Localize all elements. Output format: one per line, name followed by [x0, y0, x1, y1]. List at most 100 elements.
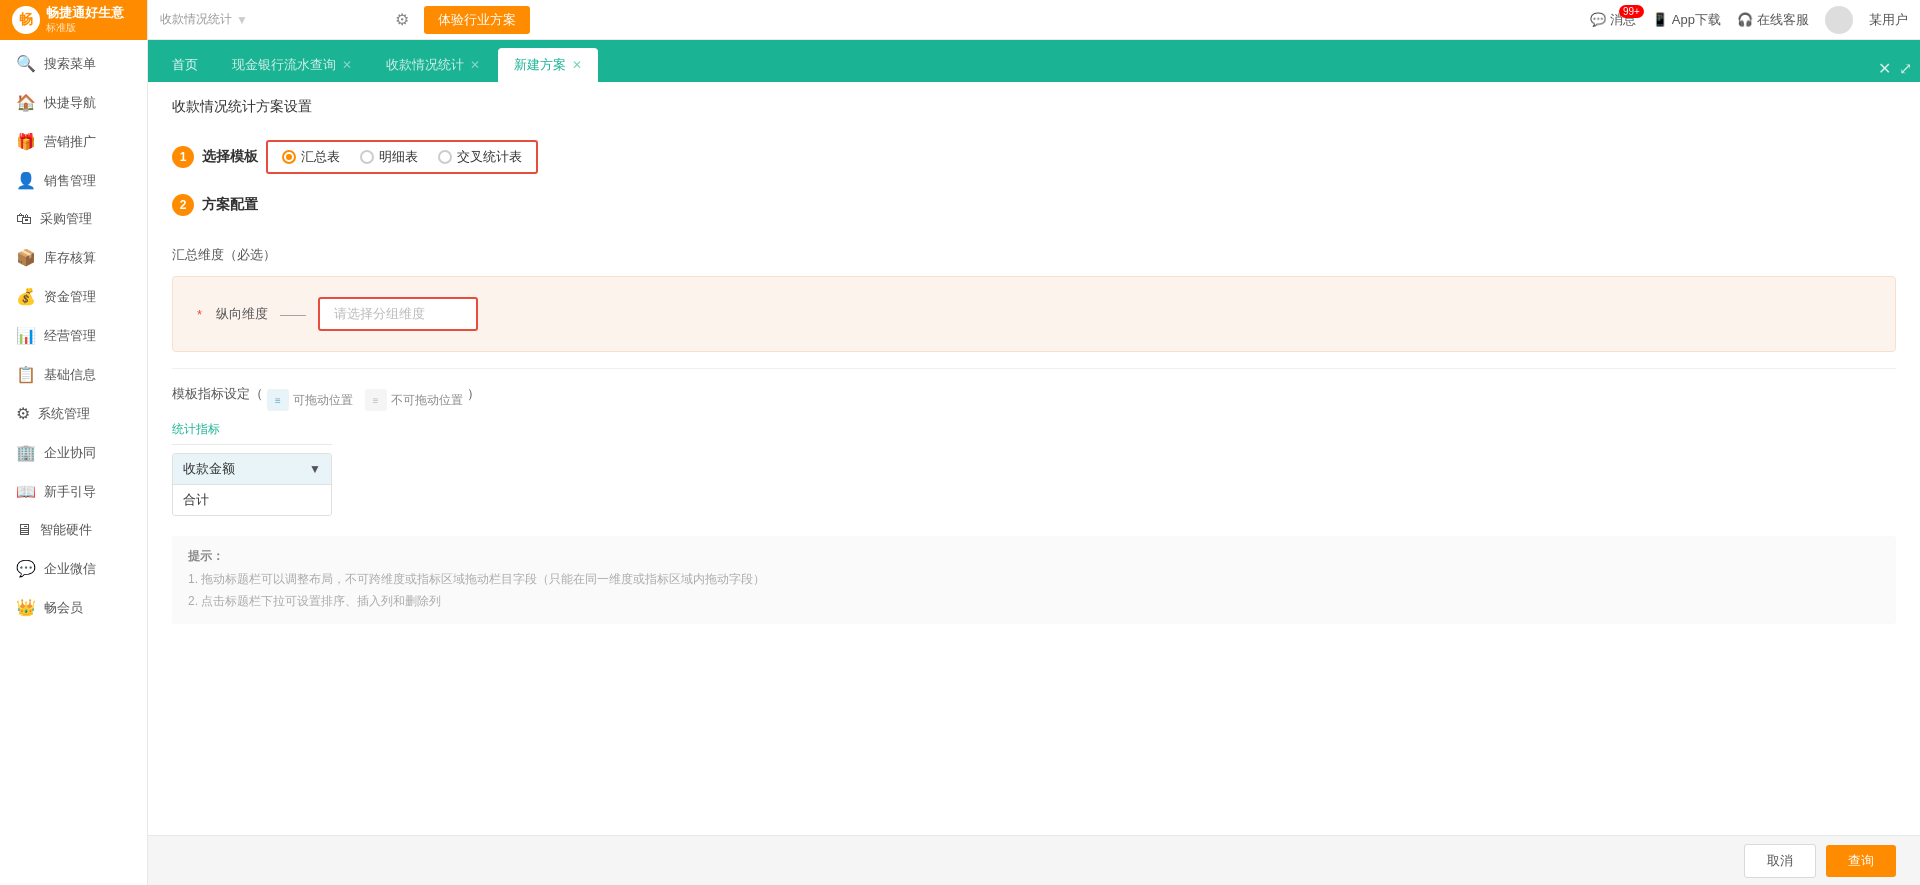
tab-maximize-btn[interactable]: ⤢ [1899, 59, 1912, 78]
radio-detail-label: 明细表 [379, 148, 418, 166]
sidebar-label-smart-hw: 智能硬件 [40, 521, 92, 539]
radio-summary-label: 汇总表 [301, 148, 340, 166]
tab-bank-flow-close[interactable]: ✕ [342, 58, 352, 72]
sidebar-item-smart-hw[interactable]: 🖥 智能硬件 [0, 511, 147, 549]
template-radio-group: 汇总表 明细表 交叉统计表 [266, 140, 538, 174]
breadcrumb-text: 收款情况统计 [160, 11, 232, 28]
query-button[interactable]: 查询 [1826, 845, 1896, 877]
tab-new-plan-close[interactable]: ✕ [572, 58, 582, 72]
draggable-label: 可拖动位置 [293, 392, 353, 409]
radio-summary[interactable]: 汇总表 [282, 148, 340, 166]
sidebar-item-enterprise[interactable]: 🏢 企业协同 [0, 433, 147, 472]
section2-title: 方案配置 [202, 196, 258, 214]
metrics-section: 模板指标设定（ ≡ 可拖动位置 ≡ 不可拖动位置 ） [172, 368, 1896, 624]
building-icon: 🏢 [16, 443, 36, 462]
sidebar-item-sales[interactable]: 👤 销售管理 [0, 161, 147, 200]
tips-item-1: 1. 拖动标题栏可以调整布局，不可跨维度或指标区域拖动栏目字段（只能在同一维度或… [188, 569, 1880, 591]
sidebar-item-operation[interactable]: 📊 经营管理 [0, 316, 147, 355]
sidebar-item-search[interactable]: 🔍 搜索菜单 [0, 44, 147, 83]
content-area: 收款情况统计方案设置 1 选择模板 汇总表 明细表 [148, 82, 1920, 835]
sidebar-item-inventory[interactable]: 📦 库存核算 [0, 238, 147, 277]
metrics-header-row: 收款金额 ▼ [173, 454, 331, 485]
radio-detail[interactable]: 明细表 [360, 148, 418, 166]
header-right: 💬 消息 99+ 📱 App下载 🎧 在线客服 某用户 [1590, 6, 1908, 34]
radio-cross-circle [438, 150, 452, 164]
sidebar-item-marketing[interactable]: 🎁 营销推广 [0, 122, 147, 161]
sidebar-item-member[interactable]: 👑 畅会员 [0, 588, 147, 627]
dimension-arrow-icon: —— [280, 307, 306, 322]
tab-home[interactable]: 首页 [156, 48, 214, 82]
crown-icon: 👑 [16, 598, 36, 617]
tab-bar-right: ✕ ⤢ [1878, 59, 1912, 82]
message-icon: 💬 [1590, 12, 1606, 27]
tab-new-plan[interactable]: 新建方案 ✕ [498, 48, 598, 82]
tab-receipt-stat[interactable]: 收款情况统计 ✕ [370, 48, 496, 82]
top-header: 收款情况统计 ▼ ⚙ 体验行业方案 💬 消息 99+ 📱 App下载 🎧 在线客… [148, 0, 1920, 40]
service-label: 在线客服 [1757, 11, 1809, 29]
tab-receipt-stat-label: 收款情况统计 [386, 56, 464, 74]
chart-icon: 📊 [16, 326, 36, 345]
tab-bank-flow[interactable]: 现金银行流水查询 ✕ [216, 48, 368, 82]
sidebar-label-marketing: 营销推广 [44, 133, 96, 151]
tips-item-2: 2. 点击标题栏下拉可设置排序、插入列和删除列 [188, 591, 1880, 613]
sidebar-label-enterprise: 企业协同 [44, 444, 96, 462]
logo-main-text: 畅捷通好生意 [46, 5, 124, 21]
metrics-settings-row: 模板指标设定（ ≡ 可拖动位置 ≡ 不可拖动位置 ） [172, 385, 1896, 415]
sidebar-label-sales: 销售管理 [44, 172, 96, 190]
sidebar-label-guide: 新手引导 [44, 483, 96, 501]
chat-icon: 💬 [16, 559, 36, 578]
sidebar-item-system[interactable]: ⚙ 系统管理 [0, 394, 147, 433]
download-label: App下载 [1672, 11, 1721, 29]
section-choose-template: 1 选择模板 汇总表 明细表 交 [172, 140, 1896, 174]
breadcrumb-arrow-icon: ▼ [236, 13, 248, 27]
fixed-badge: ≡ 不可拖动位置 [365, 389, 463, 411]
settings-icon[interactable]: ⚙ [388, 6, 416, 34]
download-item[interactable]: 📱 App下载 [1652, 11, 1721, 29]
tab-receipt-stat-close[interactable]: ✕ [470, 58, 480, 72]
tab-close-all-btn[interactable]: ✕ [1878, 59, 1891, 78]
sidebar-label-basic-info: 基础信息 [44, 366, 96, 384]
logo-text-block: 畅捷通好生意 标准版 [46, 5, 124, 35]
sidebar-menu: 🔍 搜索菜单 🏠 快捷导航 🎁 营销推广 👤 销售管理 🛍 采购管理 📦 库存核… [0, 40, 147, 885]
sidebar-label-search: 搜索菜单 [44, 55, 96, 73]
sidebar-label-wechat: 企业微信 [44, 560, 96, 578]
sidebar-label-operation: 经营管理 [44, 327, 96, 345]
money-icon: 💰 [16, 287, 36, 306]
tab-home-label: 首页 [172, 56, 198, 74]
sidebar-item-purchase[interactable]: 🛍 采购管理 [0, 200, 147, 238]
sidebar-label-inventory: 库存核算 [44, 249, 96, 267]
page-content: 收款情况统计方案设置 1 选择模板 汇总表 明细表 [148, 82, 1920, 835]
sidebar-label-quick-nav: 快捷导航 [44, 94, 96, 112]
gift-icon: 🎁 [16, 132, 36, 151]
metrics-table: 收款金额 ▼ 合计 [172, 453, 332, 516]
sidebar-item-quick-nav[interactable]: 🏠 快捷导航 [0, 83, 147, 122]
section1-title: 选择模板 [202, 148, 258, 166]
service-item[interactable]: 🎧 在线客服 [1737, 11, 1809, 29]
sidebar-label-system: 系统管理 [38, 405, 90, 423]
sidebar-label-finance: 资金管理 [44, 288, 96, 306]
industry-btn[interactable]: 体验行业方案 [424, 6, 530, 34]
sidebar-item-wechat[interactable]: 💬 企业微信 [0, 549, 147, 588]
sidebar-item-guide[interactable]: 📖 新手引导 [0, 472, 147, 511]
notification-badge: 99+ [1619, 5, 1644, 18]
search-icon: 🔍 [16, 54, 36, 73]
movable-dot: ≡ [267, 389, 289, 411]
person-icon: 👤 [16, 171, 36, 190]
metrics-header-text: 收款金额 [183, 460, 309, 478]
radio-cross-label: 交叉统计表 [457, 148, 522, 166]
radio-cross[interactable]: 交叉统计表 [438, 148, 522, 166]
dimension-area: * 纵向维度 —— 请选择分组维度 [172, 276, 1896, 352]
tab-new-plan-label: 新建方案 [514, 56, 566, 74]
sidebar-item-finance[interactable]: 💰 资金管理 [0, 277, 147, 316]
dimension-select[interactable]: 请选择分组维度 [318, 297, 478, 331]
notification-item[interactable]: 💬 消息 99+ [1590, 11, 1636, 29]
bag-icon: 🛍 [16, 210, 32, 228]
cancel-button[interactable]: 取消 [1744, 844, 1816, 878]
stats-section-label: 统计指标 [172, 421, 332, 445]
sidebar-item-basic-info[interactable]: 📋 基础信息 [0, 355, 147, 394]
radio-summary-circle [282, 150, 296, 164]
book-icon: 📖 [16, 482, 36, 501]
tab-bar: 首页 现金银行流水查询 ✕ 收款情况统计 ✕ 新建方案 ✕ ✕ ⤢ [148, 40, 1920, 82]
gear-icon: ⚙ [16, 404, 30, 423]
metrics-header-dropdown-icon[interactable]: ▼ [309, 462, 321, 476]
